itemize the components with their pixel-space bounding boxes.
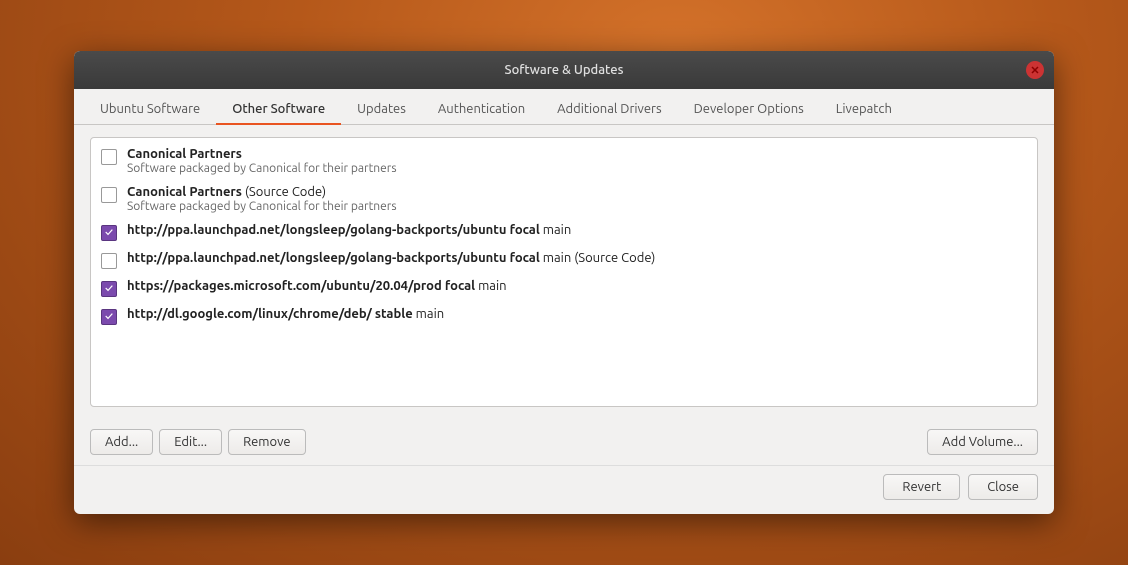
checkbox-canonical-partners-source[interactable]	[101, 187, 117, 203]
checkbox-golang-backports[interactable]	[101, 225, 117, 241]
checkbox-microsoft[interactable]	[101, 281, 117, 297]
item-content-google-chrome: http://dl.google.com/linux/chrome/deb/ s…	[127, 307, 1027, 321]
list-item[interactable]: https://packages.microsoft.com/ubuntu/20…	[91, 274, 1037, 302]
item-content-golang-source: http://ppa.launchpad.net/longsleep/golan…	[127, 251, 1027, 265]
item-content-canonical-partners-source: Canonical Partners (Source Code) Softwar…	[127, 185, 1027, 213]
item-subtitle: Software packaged by Canonical for their…	[127, 162, 1027, 175]
item-title: http://dl.google.com/linux/chrome/deb/ s…	[127, 307, 1027, 321]
bottom-buttons-row: Add... Edit... Remove Add Volume...	[74, 419, 1054, 465]
item-title: http://ppa.launchpad.net/longsleep/golan…	[127, 223, 1027, 237]
list-item[interactable]: http://ppa.launchpad.net/longsleep/golan…	[91, 246, 1037, 274]
dialog-title: Software & Updates	[505, 63, 624, 77]
item-title-bold: Canonical Partners	[127, 147, 242, 161]
tab-additional-drivers[interactable]: Additional Drivers	[541, 95, 677, 125]
item-content-golang: http://ppa.launchpad.net/longsleep/golan…	[127, 223, 1027, 237]
item-title-bold: http://ppa.launchpad.net/longsleep/golan…	[127, 251, 540, 265]
edit-button[interactable]: Edit...	[159, 429, 222, 455]
item-subtitle: Software packaged by Canonical for their…	[127, 200, 1027, 213]
item-title-bold: http://dl.google.com/linux/chrome/deb/ s…	[127, 307, 413, 321]
revert-button[interactable]: Revert	[883, 474, 960, 500]
item-title: Canonical Partners (Source Code)	[127, 185, 1027, 199]
item-title: http://ppa.launchpad.net/longsleep/golan…	[127, 251, 1027, 265]
remove-button[interactable]: Remove	[228, 429, 306, 455]
tab-bar: Ubuntu Software Other Software Updates A…	[74, 89, 1054, 125]
item-title-bold: Canonical Partners	[127, 185, 242, 199]
software-updates-dialog: Software & Updates ✕ Ubuntu Software Oth…	[74, 51, 1054, 514]
list-item[interactable]: Canonical Partners Software packaged by …	[91, 142, 1037, 180]
item-title-rest: main (Source Code)	[540, 251, 656, 265]
tab-livepatch[interactable]: Livepatch	[820, 95, 908, 125]
item-title-rest: (Source Code)	[242, 185, 326, 199]
tab-authentication[interactable]: Authentication	[422, 95, 541, 125]
item-content-canonical-partners: Canonical Partners Software packaged by …	[127, 147, 1027, 175]
checkbox-canonical-partners[interactable]	[101, 149, 117, 165]
list-item[interactable]: http://dl.google.com/linux/chrome/deb/ s…	[91, 302, 1037, 330]
add-volume-button[interactable]: Add Volume...	[927, 429, 1038, 455]
add-button[interactable]: Add...	[90, 429, 153, 455]
item-title: Canonical Partners	[127, 147, 1027, 161]
item-title-rest: main	[475, 279, 506, 293]
item-content-microsoft: https://packages.microsoft.com/ubuntu/20…	[127, 279, 1027, 293]
sources-list: Canonical Partners Software packaged by …	[90, 137, 1038, 407]
item-title-bold: http://ppa.launchpad.net/longsleep/golan…	[127, 223, 540, 237]
list-item[interactable]: Canonical Partners (Source Code) Softwar…	[91, 180, 1037, 218]
left-button-group: Add... Edit... Remove	[90, 429, 306, 455]
item-title: https://packages.microsoft.com/ubuntu/20…	[127, 279, 1027, 293]
tab-developer-options[interactable]: Developer Options	[678, 95, 820, 125]
item-title-bold: https://packages.microsoft.com/ubuntu/20…	[127, 279, 475, 293]
titlebar: Software & Updates ✕	[74, 51, 1054, 89]
content-area: Canonical Partners Software packaged by …	[74, 125, 1054, 419]
list-item[interactable]: http://ppa.launchpad.net/longsleep/golan…	[91, 218, 1037, 246]
footer: Revert Close	[74, 465, 1054, 514]
checkbox-golang-backports-source[interactable]	[101, 253, 117, 269]
tab-ubuntu-software[interactable]: Ubuntu Software	[84, 95, 216, 125]
checkbox-google-chrome[interactable]	[101, 309, 117, 325]
close-window-button[interactable]: ✕	[1026, 61, 1044, 79]
item-title-rest: main	[540, 223, 571, 237]
item-title-rest: main	[413, 307, 444, 321]
tab-updates[interactable]: Updates	[341, 95, 422, 125]
tab-other-software[interactable]: Other Software	[216, 95, 341, 125]
close-button[interactable]: Close	[968, 474, 1038, 500]
